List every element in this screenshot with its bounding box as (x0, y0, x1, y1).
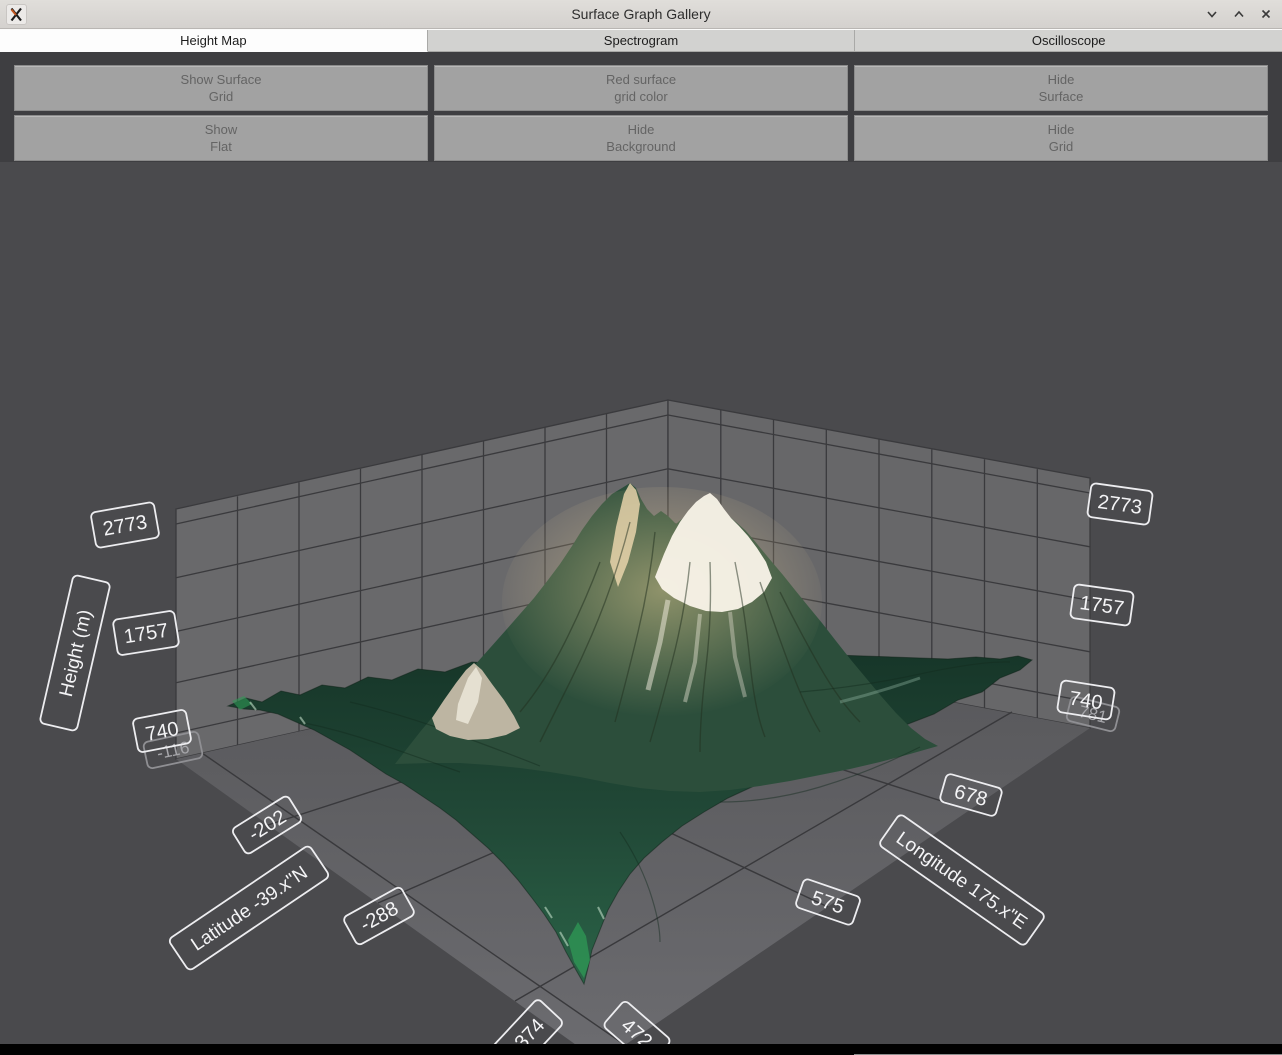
tab-height-map[interactable]: Height Map (0, 30, 428, 52)
surface-controls-toolbar: Show Surface Grid Red surface grid color… (0, 52, 1282, 161)
taskbar-strip (0, 1044, 1282, 1055)
tab-oscilloscope[interactable]: Oscilloscope (855, 30, 1282, 52)
show-surface-grid-button[interactable]: Show Surface Grid (14, 65, 428, 111)
height-map-pane: Show Surface Grid Red surface grid color… (0, 52, 1282, 1044)
shade-button[interactable] (1204, 6, 1220, 22)
surface-graph-canvas[interactable]: 27731757Height (m)-116740-202Latitude -3… (0, 162, 1282, 1044)
close-button[interactable] (1258, 6, 1274, 22)
app-window: Surface Graph Gallery Height Map Spectro… (0, 0, 1282, 1055)
tab-spectrogram[interactable]: Spectrogram (428, 30, 856, 52)
window-controls (1204, 0, 1274, 28)
hide-background-button[interactable]: Hide Background (434, 115, 848, 161)
show-flat-button[interactable]: Show Flat (14, 115, 428, 161)
hide-grid-button[interactable]: Hide Grid (854, 115, 1268, 161)
titlebar: Surface Graph Gallery (0, 0, 1282, 29)
close-icon (1259, 7, 1273, 21)
unshade-button[interactable] (1231, 6, 1247, 22)
red-surface-grid-color-button[interactable]: Red surface grid color (434, 65, 848, 111)
chevron-down-icon (1205, 7, 1219, 21)
tab-bar: Height Map Spectrogram Oscilloscope (0, 29, 1282, 52)
window-title: Surface Graph Gallery (0, 0, 1282, 28)
chevron-up-icon (1232, 7, 1246, 21)
hide-surface-button[interactable]: Hide Surface (854, 65, 1268, 111)
